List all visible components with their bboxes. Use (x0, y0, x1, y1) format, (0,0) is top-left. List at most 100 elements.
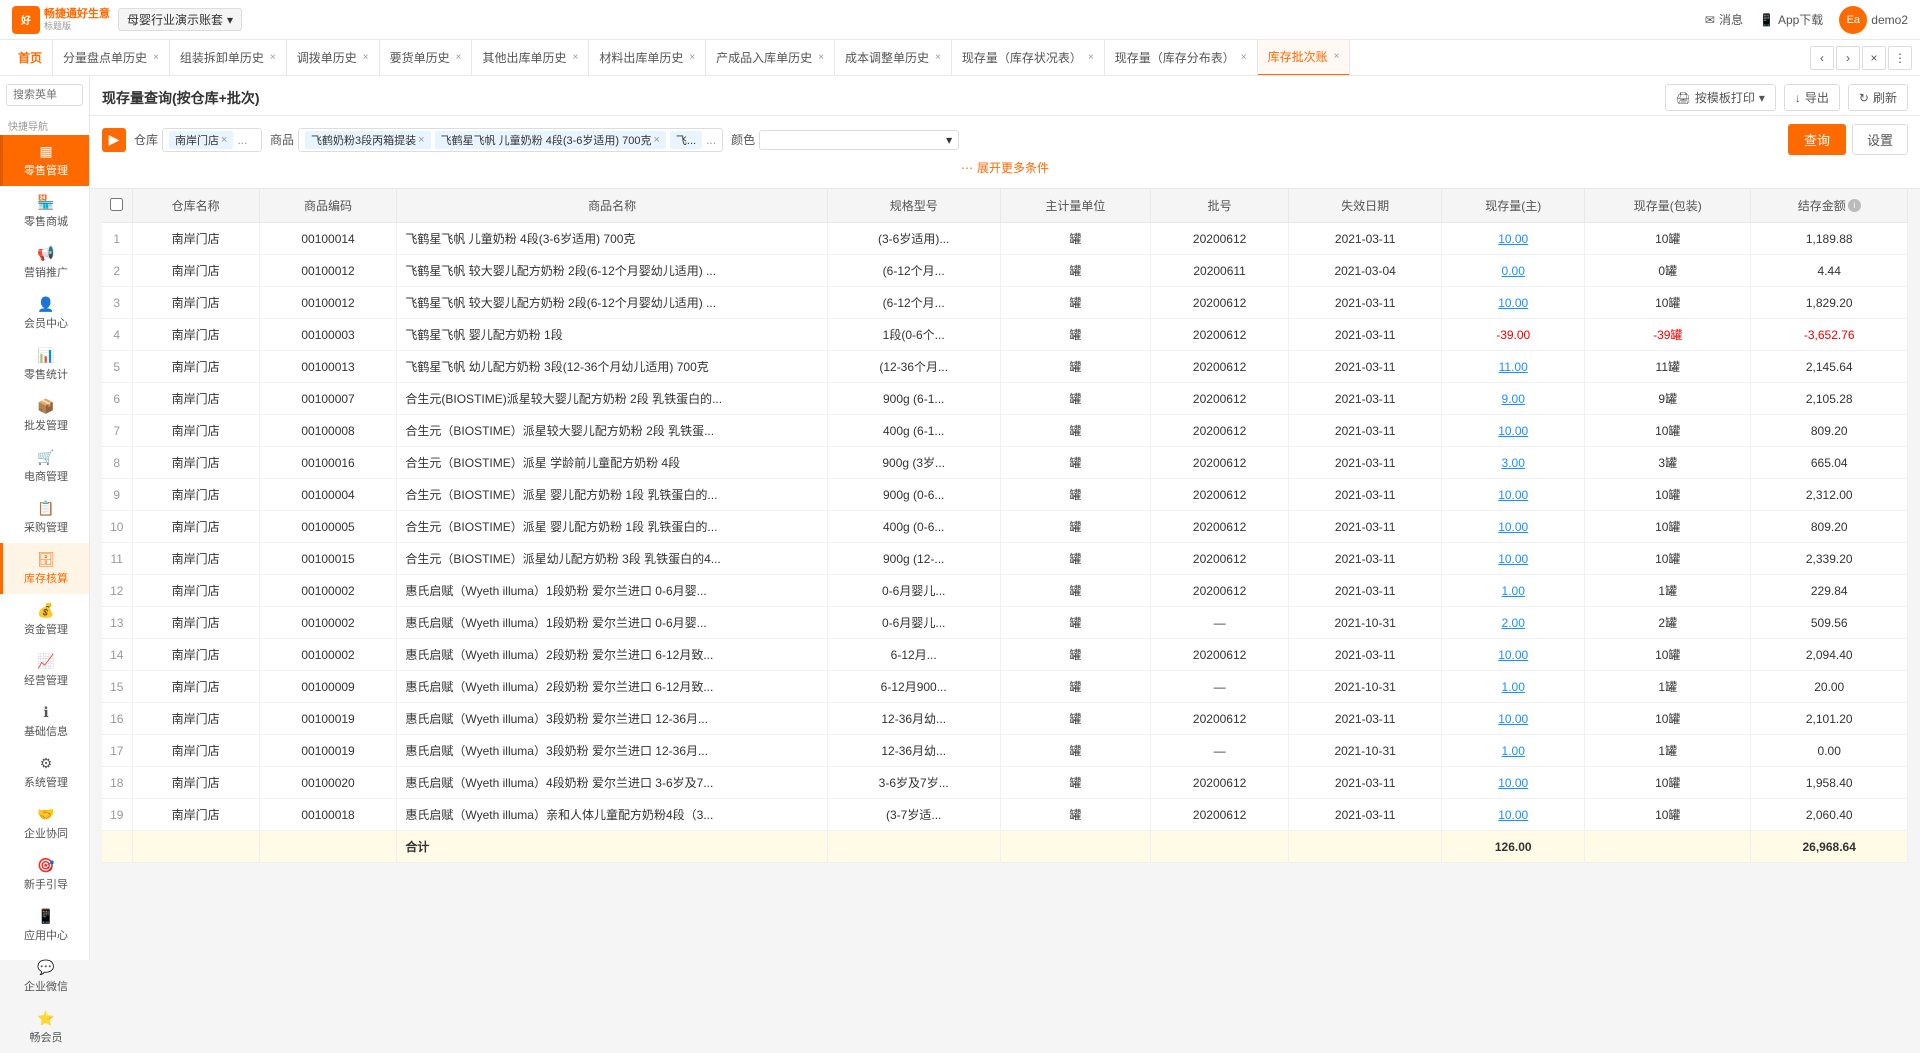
setting-button[interactable]: 设置 (1852, 124, 1908, 155)
row-qty-main[interactable]: -39.00 (1442, 319, 1585, 351)
refresh-button[interactable]: ↻ 刷新 (1848, 84, 1908, 111)
row-qty-main[interactable]: 10.00 (1442, 799, 1585, 831)
row-qty-main[interactable]: 10.00 (1442, 223, 1585, 255)
select-all-checkbox[interactable] (110, 198, 123, 211)
row-warehouse: 南岸门店 (132, 671, 259, 703)
sidebar-item-retail[interactable]: ▦ 零售管理 (0, 135, 89, 186)
tab-diaopo[interactable]: 调拨单历史 × (287, 40, 380, 76)
warehouse-tag-close[interactable]: × (221, 134, 227, 146)
tab-cailiao[interactable]: 材料出库单历史 × (589, 40, 706, 76)
sidebar-item-vip[interactable]: ⭐ 畅会员 (0, 1002, 89, 1053)
row-name: 合生元（BIOSTIME）派星 婴儿配方奶粉 1段 乳铁蛋白的... (397, 511, 827, 543)
amount-info-icon[interactable]: i (1848, 199, 1861, 212)
row-spec: 0-6月婴儿... (827, 575, 1000, 607)
row-warehouse: 南岸门店 (132, 543, 259, 575)
close-icon[interactable]: × (935, 52, 941, 63)
row-qty-main[interactable]: 10.00 (1442, 639, 1585, 671)
close-icon[interactable]: × (572, 52, 578, 63)
th-check[interactable] (102, 189, 132, 223)
row-qty-main[interactable]: 10.00 (1442, 287, 1585, 319)
tab-chengben[interactable]: 成本调整单历史 × (835, 40, 952, 76)
row-qty-main[interactable]: 0.00 (1442, 255, 1585, 287)
close-icon[interactable]: × (153, 52, 159, 63)
row-qty-main[interactable]: 10.00 (1442, 511, 1585, 543)
tab-kucun-batch[interactable]: 库存批次账 × (1258, 40, 1351, 76)
product-tag2-close[interactable]: × (653, 134, 659, 146)
row-warehouse: 南岸门店 (132, 799, 259, 831)
tab-fenpan[interactable]: 分量盘点单历史 × (53, 40, 170, 76)
tab-zuzhuang[interactable]: 组装拆卸单历史 × (170, 40, 287, 76)
search-input[interactable] (6, 84, 83, 106)
nav-next-button[interactable]: › (1836, 46, 1860, 70)
row-qty-main[interactable]: 3.00 (1442, 447, 1585, 479)
sidebar-item-system[interactable]: ⚙ 系统管理 (0, 747, 89, 798)
row-qty-main[interactable]: 10.00 (1442, 479, 1585, 511)
row-spec: 400g (0-6... (827, 511, 1000, 543)
close-icon[interactable]: × (689, 52, 695, 63)
expand-more-button[interactable]: ⋯ 展开更多条件 (961, 159, 1049, 176)
row-qty-main[interactable]: 10.00 (1442, 703, 1585, 735)
query-button[interactable]: 查询 (1788, 124, 1846, 155)
close-icon[interactable]: × (456, 52, 462, 63)
sidebar-item-retail-stats[interactable]: 📊 零售统计 (0, 339, 89, 390)
row-qty-main[interactable]: 11.00 (1442, 351, 1585, 383)
tab-chanpeng[interactable]: 产成品入库单历史 × (706, 40, 835, 76)
tab-selector[interactable]: 母婴行业演示账套 ▾ (118, 8, 242, 31)
close-icon[interactable]: × (363, 52, 369, 63)
row-qty-main[interactable]: 2.00 (1442, 607, 1585, 639)
product-more[interactable]: ... (706, 133, 716, 147)
user-area[interactable]: Ea demo2 (1839, 6, 1908, 34)
row-qty-main[interactable]: 10.00 (1442, 415, 1585, 447)
sidebar-item-wholesale[interactable]: 📦 批发管理 (0, 390, 89, 441)
sidebar-item-retail-shop[interactable]: 🏪 零售商城 (0, 186, 89, 237)
nav-more-button[interactable]: ⋮ (1888, 46, 1912, 70)
sidebar-item-wechat[interactable]: 💬 企业微信 (0, 951, 89, 1002)
warehouse-more[interactable]: ... (237, 133, 247, 147)
sidebar-item-guide[interactable]: 🎯 新手引导 (0, 849, 89, 900)
sidebar-item-members[interactable]: 👤 会员中心 (0, 288, 89, 339)
sidebar-item-marketing[interactable]: 📢 营销推广 (0, 237, 89, 288)
message-button[interactable]: ✉ 消息 (1705, 11, 1743, 28)
tab-kucun-state[interactable]: 现存量（库存状况表） × (952, 40, 1105, 76)
row-qty-pkg: 10罐 (1585, 799, 1751, 831)
sidebar-item-purchase[interactable]: 📋 采购管理 (0, 492, 89, 543)
warehouse-tag-box[interactable]: 南岸门店 × ... (162, 128, 262, 152)
row-qty-main[interactable]: 10.00 (1442, 767, 1585, 799)
row-qty-main[interactable]: 1.00 (1442, 735, 1585, 767)
app-download-button[interactable]: 📱 App下载 (1759, 11, 1823, 28)
color-tag-box[interactable]: ▾ (759, 130, 959, 150)
tab-kucun-dist[interactable]: 现存量（库存分布表） × (1105, 40, 1258, 76)
row-index: 3 (102, 287, 132, 319)
export-button[interactable]: ↓ 导出 (1784, 84, 1840, 111)
sidebar-item-inventory[interactable]: 🗄 库存核算 (0, 543, 89, 594)
sidebar-item-ecommerce[interactable]: 🛒 电商管理 (0, 441, 89, 492)
sidebar-item-operations[interactable]: 📈 经营管理 (0, 645, 89, 696)
close-icon[interactable]: × (1334, 51, 1340, 62)
row-qty-main[interactable]: 9.00 (1442, 383, 1585, 415)
th-unit: 主计量单位 (1000, 189, 1151, 223)
close-icon[interactable]: × (1241, 52, 1247, 63)
sidebar-item-basic[interactable]: ℹ 基础信息 (0, 696, 89, 747)
tab-home[interactable]: 首页 (8, 40, 53, 76)
nav-prev-button[interactable]: ‹ (1810, 46, 1834, 70)
tab-qita[interactable]: 其他出库单历史 × (472, 40, 589, 76)
tab-yaohuo[interactable]: 要货单历史 × (380, 40, 473, 76)
sidebar-item-finance[interactable]: 💰 资金管理 (0, 594, 89, 645)
close-icon[interactable]: × (1088, 52, 1094, 63)
row-qty-main[interactable]: 1.00 (1442, 671, 1585, 703)
filter-expand-button[interactable]: ▶ (102, 128, 126, 152)
inventory-icon: 🗄 (9, 551, 83, 568)
sidebar-item-apps[interactable]: 📱 应用中心 (0, 900, 89, 951)
sidebar-item-collab[interactable]: 🤝 企业协同 (0, 798, 89, 849)
row-qty-main[interactable]: 1.00 (1442, 575, 1585, 607)
product-tag-box[interactable]: 飞鹤奶粉3段丙箱提装 × 飞鹤星飞帆 儿童奶粉 4段(3-6岁适用) 700克 … (298, 128, 723, 152)
product-tag1-close[interactable]: × (418, 134, 424, 146)
print-button[interactable]: 🖨 按模板打印 ▾ (1665, 84, 1776, 111)
close-icon[interactable]: × (818, 52, 824, 63)
row-warehouse: 南岸门店 (132, 223, 259, 255)
row-name: 惠氏启赋（Wyeth illuma）1段奶粉 爱尔兰进口 0-6月婴... (397, 607, 827, 639)
nav-close-button[interactable]: × (1862, 46, 1886, 70)
close-icon[interactable]: × (270, 52, 276, 63)
row-qty-main[interactable]: 10.00 (1442, 543, 1585, 575)
row-batch: 20200612 (1151, 479, 1289, 511)
